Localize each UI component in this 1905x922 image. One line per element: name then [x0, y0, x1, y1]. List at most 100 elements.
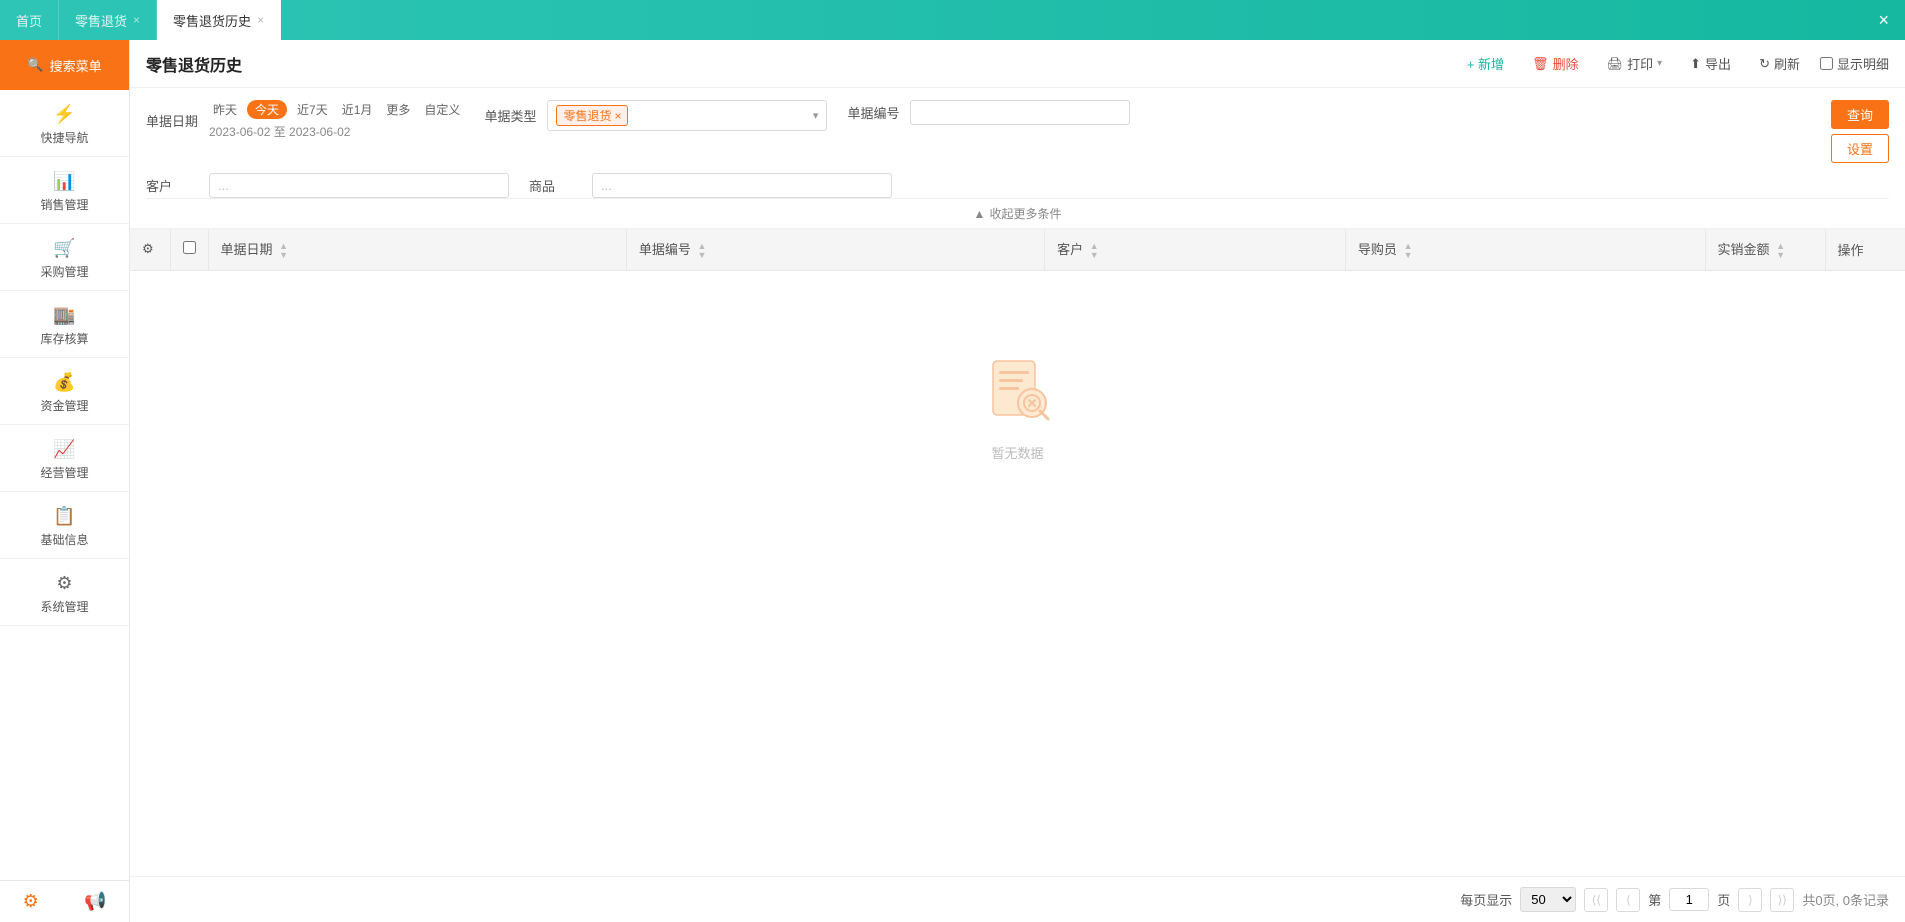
collapse-filter-bar[interactable]: ▲ 收起更多条件 — [146, 198, 1889, 228]
bill-type-tag: 零售退货 × — [556, 105, 628, 126]
date-7days[interactable]: 近7天 — [293, 100, 332, 119]
sidebar-item-label: 系统管理 — [40, 598, 88, 615]
empty-state: 暂无数据 — [130, 271, 1905, 542]
close-tab-retail-return-history-icon[interactable]: × — [257, 13, 264, 27]
sidebar-item-system[interactable]: ⚙ 系统管理 — [0, 559, 129, 626]
display-detail-toggle[interactable]: 显示明细 — [1820, 54, 1889, 73]
th-guide[interactable]: 导购员 ▲▼ — [1345, 229, 1705, 270]
basic-info-icon: 📋 — [53, 506, 75, 527]
top-bar: 首页 零售退货 × 零售退货历史 × × — [0, 0, 1905, 40]
sidebar-item-inventory[interactable]: 🏬 库存核算 — [0, 291, 129, 358]
query-button[interactable]: 查询 — [1831, 100, 1889, 129]
page-last-button[interactable]: ⟩⟩ — [1770, 888, 1794, 912]
bill-type-filter-item: 单据类型 零售退货 × ▾ — [484, 100, 827, 131]
collapse-icon: ▲ — [974, 207, 986, 221]
goods-select[interactable]: ... — [592, 173, 892, 198]
sidebar-item-purchase[interactable]: 🛒 采购管理 — [0, 224, 129, 291]
sidebar-item-label: 资金管理 — [40, 397, 88, 414]
customer-label: 客户 — [146, 176, 201, 195]
goods-label: 商品 — [529, 176, 584, 195]
refresh-button[interactable]: ↻ 刷新 — [1751, 50, 1808, 77]
goods-filter-item: 商品 ... — [529, 173, 892, 198]
tab-retail-return-history[interactable]: 零售退货历史 × — [157, 0, 281, 40]
sidebar-item-basic-info[interactable]: 📋 基础信息 — [0, 492, 129, 559]
sidebar-item-finance[interactable]: 💰 资金管理 — [0, 358, 129, 425]
date-more[interactable]: 更多 — [382, 100, 414, 119]
sidebar-bottom: ⚙ 📢 — [0, 880, 129, 922]
bill-type-dropdown-icon: ▾ — [813, 109, 819, 122]
th-customer[interactable]: 客户 ▲▼ — [1045, 229, 1346, 270]
main-layout: 🔍 搜索菜单 ⚡ 快捷导航 📊 销售管理 🛒 采购管理 🏬 库存核算 💰 — [0, 40, 1905, 922]
table-container: ⚙ 单据日期 ▲▼ 单据编号 ▲▼ — [130, 229, 1905, 876]
sidebar-item-quick-nav[interactable]: ⚡ 快捷导航 — [0, 90, 129, 157]
date-today[interactable]: 今天 — [247, 100, 287, 119]
settings-gear-icon[interactable]: ⚙ — [23, 891, 39, 912]
tab-home[interactable]: 首页 — [0, 0, 59, 40]
header-actions: + 新增 🗑 删除 🖨 打印 ▾ ⬆ 导出 ↻ 刷新 — [1459, 50, 1889, 77]
customer-filter-item: 客户 ... — [146, 173, 509, 198]
th-checkbox — [170, 229, 208, 270]
delete-button[interactable]: 🗑 删除 — [1524, 50, 1587, 77]
sidebar-search[interactable]: 🔍 搜索菜单 — [0, 40, 129, 90]
date-1month[interactable]: 近1月 — [338, 100, 377, 119]
delete-icon: 🗑 — [1532, 56, 1549, 72]
select-all-checkbox[interactable] — [183, 241, 196, 254]
date-range-display: 2023-06-02 至 2023-06-02 — [209, 123, 464, 140]
page-size-label: 每页显示 — [1460, 890, 1512, 909]
bill-type-select[interactable]: 零售退货 × ▾ — [547, 100, 827, 131]
purchase-icon: 🛒 — [53, 238, 75, 259]
sidebar-item-sales[interactable]: 📊 销售管理 — [0, 157, 129, 224]
date-yesterday[interactable]: 昨天 — [209, 100, 241, 119]
tabs-area: 首页 零售退货 × 零售退货历史 × — [0, 0, 1862, 40]
page-first-button[interactable]: ⟨⟨ — [1584, 888, 1608, 912]
th-bill-date[interactable]: 单据日期 ▲▼ — [208, 229, 626, 270]
display-detail-checkbox[interactable] — [1820, 57, 1833, 70]
sort-amount-icon: ▲▼ — [1776, 242, 1785, 260]
content-area: 零售退货历史 + 新增 🗑 删除 🖨 打印 ▾ ⬆ 导出 — [130, 40, 1905, 922]
table-header: ⚙ 单据日期 ▲▼ 单据编号 ▲▼ — [130, 229, 1905, 270]
quick-nav-icon: ⚡ — [53, 104, 75, 125]
th-gear[interactable]: ⚙ — [130, 229, 170, 270]
refresh-icon: ↻ — [1759, 56, 1770, 72]
date-custom[interactable]: 自定义 — [420, 100, 464, 119]
gear-settings-icon[interactable]: ⚙ — [142, 241, 154, 256]
print-dropdown-icon: ▾ — [1657, 58, 1662, 69]
date-filter-label: 单据日期 — [146, 111, 201, 130]
customer-select[interactable]: ... — [209, 173, 509, 198]
print-button[interactable]: 🖨 打印 ▾ — [1599, 50, 1671, 77]
page-prev-button[interactable]: ⟨ — [1616, 888, 1640, 912]
sidebar-item-operations[interactable]: 📈 经营管理 — [0, 425, 129, 492]
sort-bill-date-icon: ▲▼ — [279, 242, 288, 260]
sidebar-item-label: 基础信息 — [40, 531, 88, 548]
page-number-input[interactable] — [1669, 888, 1709, 911]
filter-row-1: 单据日期 昨天 今天 近7天 近1月 更多 自定义 2023-06-02 至 2… — [146, 100, 1889, 163]
date-shortcuts: 昨天 今天 近7天 近1月 更多 自定义 — [209, 100, 464, 119]
sidebar-item-label: 快捷导航 — [40, 129, 88, 146]
print-icon: 🖨 — [1607, 56, 1624, 72]
operations-icon: 📈 — [53, 439, 75, 460]
window-close-button[interactable]: × — [1862, 0, 1905, 40]
page-size-select[interactable]: 10 20 50 100 — [1520, 887, 1576, 912]
page-next-button[interactable]: ⟩ — [1738, 888, 1762, 912]
inventory-icon: 🏬 — [53, 305, 75, 326]
th-amount[interactable]: 实销金额 ▲▼ — [1705, 229, 1825, 270]
bill-type-tag-close[interactable]: × — [614, 109, 621, 123]
th-bill-no[interactable]: 单据编号 ▲▼ — [626, 229, 1044, 270]
tab-retail-return[interactable]: 零售退货 × — [59, 0, 157, 40]
empty-icon — [978, 351, 1058, 431]
sidebar-item-label: 采购管理 — [40, 263, 88, 280]
sort-bill-no-icon: ▲▼ — [697, 242, 706, 260]
bill-no-input[interactable] — [910, 100, 1130, 125]
audio-icon[interactable]: 📢 — [84, 891, 106, 912]
new-button[interactable]: + 新增 — [1459, 50, 1512, 77]
page-label: 第 — [1648, 890, 1661, 909]
setting-button[interactable]: 设置 — [1831, 134, 1889, 163]
close-tab-retail-return-icon[interactable]: × — [133, 13, 140, 27]
bill-type-label: 单据类型 — [484, 106, 539, 125]
system-icon: ⚙ — [56, 573, 72, 594]
export-icon: ⬆ — [1690, 56, 1701, 72]
sort-customer-icon: ▲▼ — [1090, 242, 1099, 260]
bill-no-filter-item: 单据编号 — [847, 100, 1130, 125]
export-button[interactable]: ⬆ 导出 — [1682, 50, 1739, 77]
finance-icon: 💰 — [53, 372, 75, 393]
